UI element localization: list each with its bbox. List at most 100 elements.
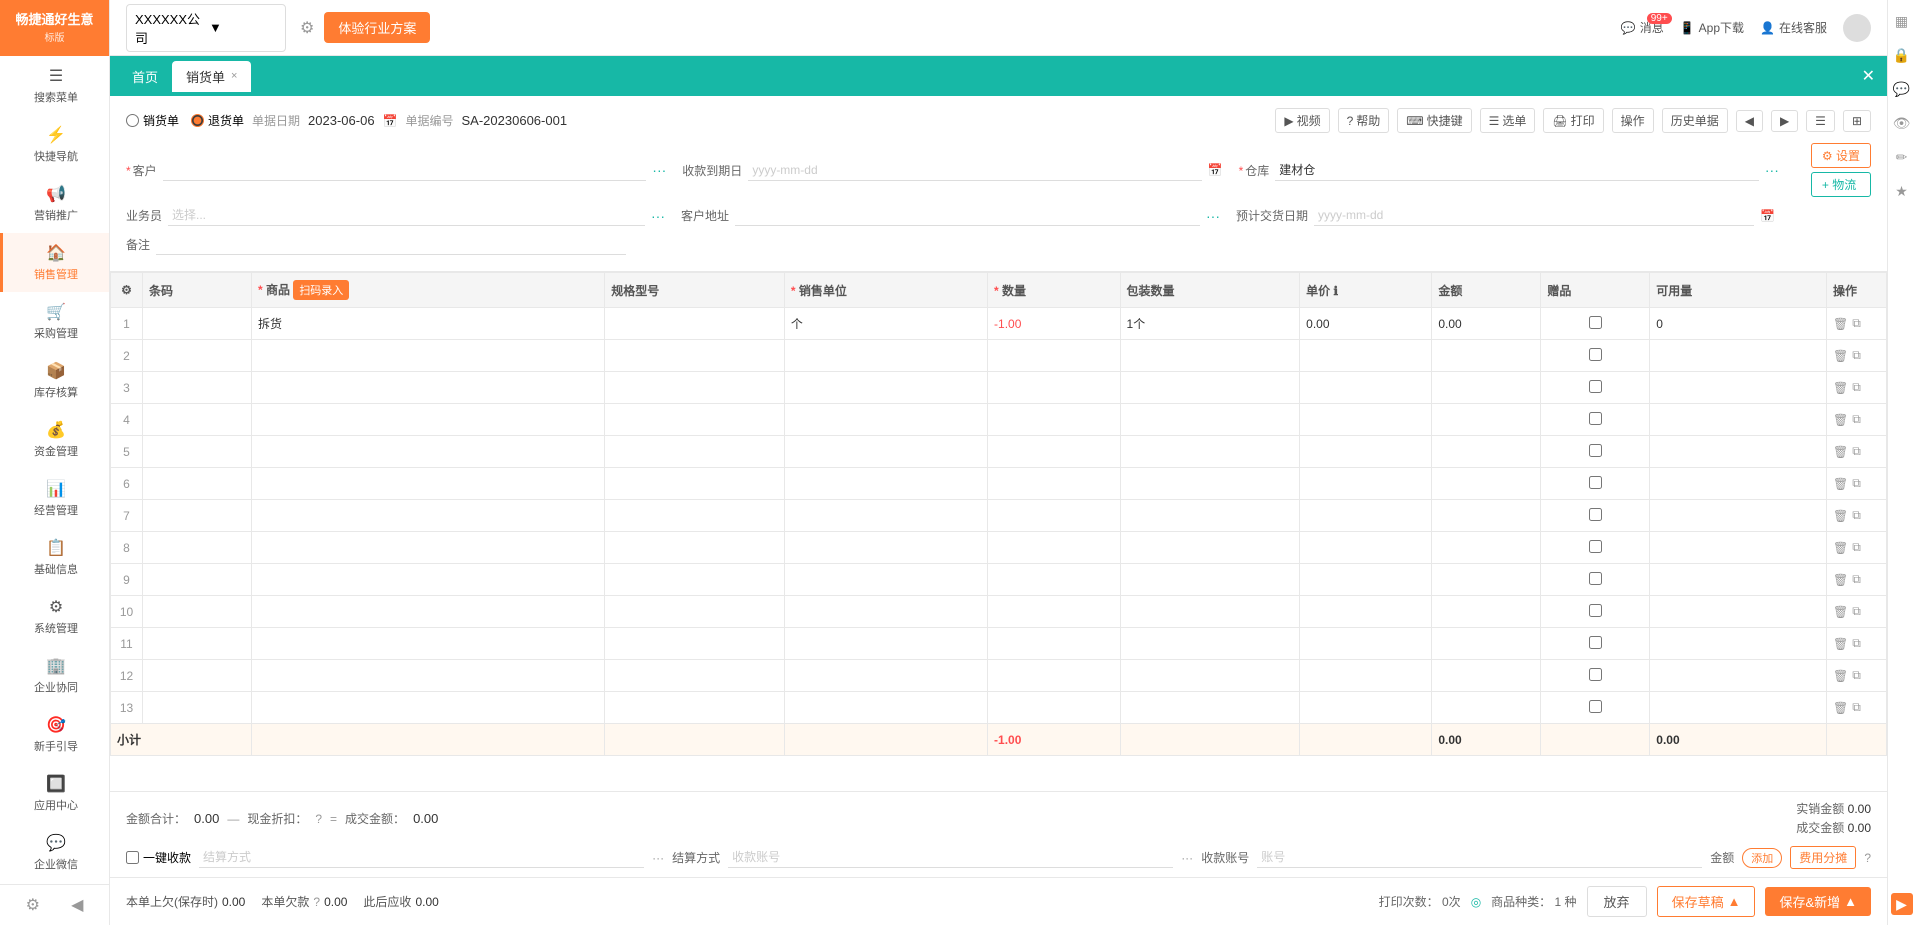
quick-pay-checkbox[interactable] [126,851,139,864]
row-amount[interactable]: 0.00 [1432,308,1541,340]
sidebar-item-operations[interactable]: 📊 经营管理 [0,469,109,528]
customer-dots[interactable]: ··· [652,162,666,178]
sidebar-item-marketing[interactable]: 📢 营销推广 [0,174,109,233]
sidebar-item-sales[interactable]: 🏠 销售管理 [0,233,109,292]
row-unit-price[interactable]: 0.00 [1300,308,1432,340]
salesperson-input[interactable] [168,205,645,226]
product-type-label[interactable]: ◎ [1471,895,1481,909]
calc-method-dots[interactable]: ··· [652,851,664,865]
col-settings[interactable]: ⚙ [111,273,143,308]
expected-calendar-icon[interactable]: 📅 [1760,209,1775,223]
sidebar-item-guide[interactable]: 🎯 新手引导 [0,705,109,764]
delete-row-icon[interactable]: 🗑 [1833,509,1848,523]
rp-bottom-icon[interactable]: ▶ [1891,893,1913,915]
copy-row-icon[interactable]: ⧉ [1852,444,1861,459]
rp-comment-icon[interactable]: 💬 [1891,78,1913,100]
sidebar-item-wechat[interactable]: 💬 企业微信 [0,823,109,882]
copy-row-icon[interactable]: ⧉ [1852,540,1861,555]
save-draft-button[interactable]: 保存草稿 ▲ [1657,886,1756,917]
calendar-icon[interactable]: 📅 [383,114,398,128]
expense-btn[interactable]: 费用分摊 [1790,846,1856,869]
delete-row-icon[interactable]: 🗑 [1833,381,1848,395]
select-btn[interactable]: ☰ 选单 [1480,108,1536,133]
copy-row-icon[interactable]: ⧉ [1852,380,1861,395]
app-download-btn[interactable]: 📱 App下载 [1680,19,1744,36]
list-view-btn[interactable]: ☰ [1806,110,1835,132]
sidebar-item-enterprise[interactable]: 🏢 企业协同 [0,646,109,705]
logistics-btn[interactable]: + 物流 [1811,172,1871,197]
delete-row-icon[interactable]: 🗑 [1833,413,1848,427]
salesperson-dots[interactable]: ··· [651,208,665,224]
row-pack-qty[interactable]: 1个 [1120,308,1300,340]
row-barcode[interactable] [143,308,252,340]
trial-button[interactable]: 体验行业方案 [324,12,430,43]
sidebar-item-inventory[interactable]: 📦 库存核算 [0,351,109,410]
account-num-input[interactable] [1257,847,1702,868]
delete-row-icon[interactable]: 🗑 [1833,605,1848,619]
delete-row-icon[interactable]: 🗑 [1833,701,1848,715]
payment-date-input[interactable] [748,160,1201,181]
copy-row-icon[interactable]: ⧉ [1852,316,1861,331]
grid-view-btn[interactable]: ⊞ [1843,110,1871,132]
delete-row-icon[interactable]: 🗑 [1833,637,1848,651]
message-btn[interactable]: 💬 消息 99+ [1621,19,1664,36]
expense-help-icon[interactable]: ? [1864,851,1871,865]
delete-row-icon[interactable]: 🗑 [1833,317,1848,331]
copy-row-icon[interactable]: ⧉ [1852,604,1861,619]
save-new-button[interactable]: 保存&新增 ▲ [1765,887,1871,916]
dropdown-arrow-icon[interactable]: ▲ [1844,894,1857,909]
tab-sales-order[interactable]: 销货单 × [172,61,251,92]
rp-star-icon[interactable]: ★ [1891,180,1913,202]
add-btn[interactable]: 添加 [1742,848,1782,868]
shortcuts-btn[interactable]: ⌨ 快捷键 [1397,108,1471,133]
rp-lock-icon[interactable]: 🔒 [1891,44,1913,66]
sidebar-item-search[interactable]: ☰ 搜索菜单 [0,56,109,115]
total-owe-help-icon[interactable]: ? [313,895,320,909]
rp-grid-icon[interactable]: ▦ [1891,10,1913,32]
customer-input[interactable] [163,160,647,181]
delete-row-icon[interactable]: 🗑 [1833,445,1848,459]
copy-row-icon[interactable]: ⧉ [1852,348,1861,363]
account-dots[interactable]: ··· [1181,851,1193,865]
sidebar-item-quicknav[interactable]: ⚡ 快捷导航 [0,115,109,174]
row-gift[interactable] [1541,308,1650,340]
history-btn[interactable]: 历史单据 [1662,108,1728,133]
tab-home[interactable]: 首页 [118,61,172,92]
warehouse-dots[interactable]: ··· [1765,162,1779,178]
notes-input[interactable] [156,234,626,255]
company-select[interactable]: XXXXXX公司 ▼ [126,4,286,52]
customer-addr-input[interactable] [735,205,1200,226]
delete-row-icon[interactable]: 🗑 [1833,669,1848,683]
video-btn[interactable]: ▶ 视频 [1275,108,1329,133]
discount-help-icon[interactable]: ? [315,812,322,826]
copy-row-icon[interactable]: ⧉ [1852,700,1861,715]
close-all-icon[interactable]: ✕ [1862,66,1875,86]
expected-date-input[interactable] [1314,205,1754,226]
radio-sales[interactable]: 销货单 [126,112,179,129]
delete-row-icon[interactable]: 🗑 [1833,573,1848,587]
delete-row-icon[interactable]: 🗑 [1833,349,1848,363]
rp-eye-icon[interactable]: 👁 [1891,112,1913,134]
header-settings-icon[interactable]: ⚙ [300,18,314,38]
row-spec[interactable] [605,308,785,340]
settings-bottom-icon[interactable]: ⚙ [26,895,40,915]
copy-row-icon[interactable]: ⧉ [1852,636,1861,651]
sidebar-item-system[interactable]: ⚙ 系统管理 [0,587,109,646]
copy-row-icon[interactable]: ⧉ [1852,412,1861,427]
print-btn[interactable]: 🖨 打印 [1543,108,1603,133]
calc-method-input[interactable] [199,847,644,868]
copy-row-icon[interactable]: ⧉ [1852,508,1861,523]
warehouse-input[interactable] [1275,160,1759,181]
sidebar-item-basic[interactable]: 📋 基础信息 [0,528,109,587]
radio-sales-input[interactable] [126,114,139,127]
tab-close-icon[interactable]: × [231,70,237,82]
row-unit[interactable]: 个 [784,308,987,340]
copy-row-icon[interactable]: ⧉ [1852,668,1861,683]
delete-row-icon[interactable]: 🗑 [1833,541,1848,555]
sidebar-item-purchase[interactable]: 🛒 采购管理 [0,292,109,351]
abandon-button[interactable]: 放弃 [1587,886,1647,917]
settings-btn[interactable]: ⚙ 设置 [1811,143,1871,168]
scan-barcode-button[interactable]: 扫码录入 [293,280,349,300]
radio-return-input[interactable] [191,114,204,127]
collapse-icon[interactable]: ◀ [71,895,83,915]
